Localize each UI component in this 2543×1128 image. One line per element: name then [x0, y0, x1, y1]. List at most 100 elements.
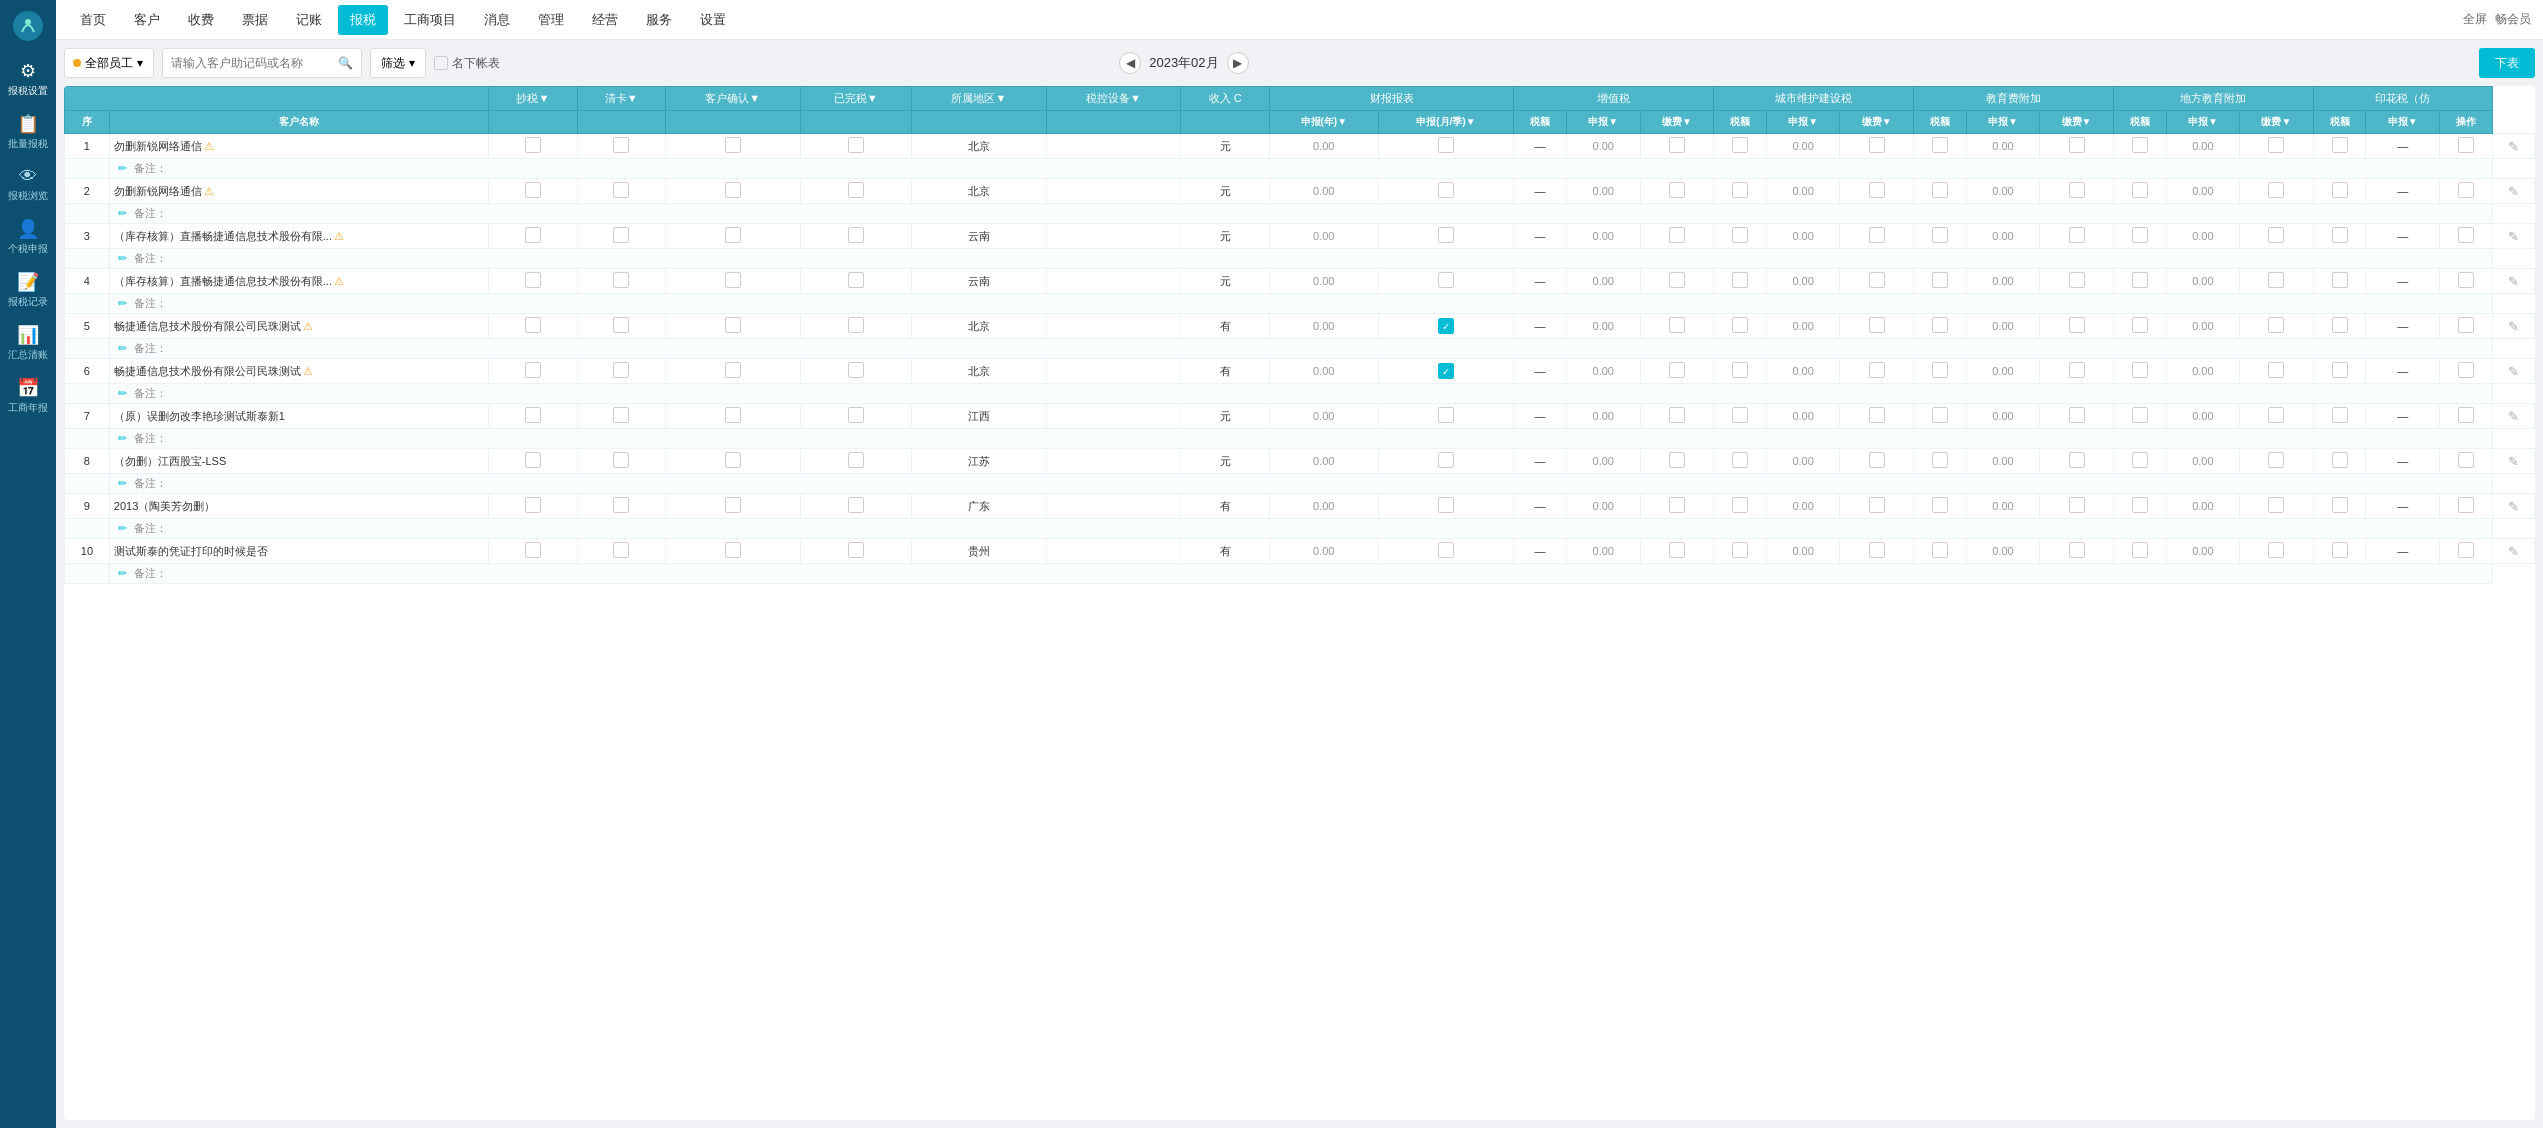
difang-jf-cell[interactable]: [2313, 494, 2366, 519]
jiaoyu-jf-cell[interactable]: [2113, 449, 2166, 474]
row-checkbox[interactable]: [2069, 362, 2085, 378]
row-checkbox[interactable]: [848, 317, 864, 333]
yinhua-sb-cell[interactable]: [2439, 179, 2492, 204]
difang-jf-cell[interactable]: [2313, 449, 2366, 474]
difang-jf-cell[interactable]: [2313, 134, 2366, 159]
row-checkbox[interactable]: [848, 272, 864, 288]
row-checkbox[interactable]: [2268, 137, 2284, 153]
row-checkbox[interactable]: [2458, 542, 2474, 558]
jiaoyu-sb-cell[interactable]: [2040, 179, 2114, 204]
jiaoyu-jf-cell[interactable]: [2113, 224, 2166, 249]
jiaoyu-sb-cell[interactable]: [2040, 134, 2114, 159]
chaoshui-cell[interactable]: [489, 179, 577, 204]
row-checkbox[interactable]: [725, 317, 741, 333]
pencil-icon[interactable]: ✏: [118, 342, 127, 354]
row-checkbox[interactable]: [1732, 272, 1748, 288]
chengshi-jf-cell[interactable]: [1913, 224, 1966, 249]
fullscreen-button[interactable]: 全屏: [2463, 11, 2487, 28]
row-checkbox[interactable]: [1669, 497, 1685, 513]
row-checkbox[interactable]: [2132, 317, 2148, 333]
jiaoyu-jf-cell[interactable]: [2113, 404, 2166, 429]
kehu-queren-cell[interactable]: [665, 404, 800, 429]
row-checkbox[interactable]: [848, 407, 864, 423]
zengjia-jf-cell[interactable]: [1714, 404, 1767, 429]
ops-cell[interactable]: ✎: [2492, 539, 2534, 564]
row-checkbox[interactable]: [613, 362, 629, 378]
chengshi-jf-cell[interactable]: [1913, 449, 1966, 474]
sidebar-item-geshui[interactable]: 👤 个税申报: [0, 210, 56, 263]
qingka-cell[interactable]: [577, 494, 665, 519]
row-checkbox[interactable]: [1869, 407, 1885, 423]
row-checkbox[interactable]: [1438, 452, 1454, 468]
difang-sb-cell[interactable]: [2240, 494, 2314, 519]
row-checkbox[interactable]: [725, 452, 741, 468]
difang-sb-cell[interactable]: [2240, 359, 2314, 384]
jiaoyu-sb-cell[interactable]: [2040, 539, 2114, 564]
row-checkbox[interactable]: [1932, 362, 1948, 378]
row-checkbox[interactable]: [1438, 182, 1454, 198]
row-checkbox[interactable]: [1869, 452, 1885, 468]
chengshi-sb-cell[interactable]: [1840, 449, 1914, 474]
ops-cell[interactable]: ✎: [2492, 314, 2534, 339]
pencil-icon[interactable]: ✏: [118, 387, 127, 399]
nav-piaoju[interactable]: 票据: [230, 5, 280, 35]
qingka-cell[interactable]: [577, 449, 665, 474]
chengshi-sb-cell[interactable]: [1840, 539, 1914, 564]
kehu-queren-cell[interactable]: [665, 179, 800, 204]
edit-icon[interactable]: ✎: [2508, 319, 2519, 334]
warning-icon[interactable]: ⚠: [303, 365, 313, 377]
row-checkbox[interactable]: [1669, 317, 1685, 333]
difang-sb-cell[interactable]: [2240, 539, 2314, 564]
row-checkbox[interactable]: [1732, 452, 1748, 468]
nav-shouye[interactable]: 首页: [68, 5, 118, 35]
qingka-cell[interactable]: [577, 179, 665, 204]
yi-wanshui-cell[interactable]: [800, 134, 912, 159]
qingka-cell[interactable]: [577, 539, 665, 564]
kehu-queren-cell[interactable]: [665, 224, 800, 249]
difang-jf-cell[interactable]: [2313, 224, 2366, 249]
row-checkbox[interactable]: [2069, 497, 2085, 513]
ops-cell[interactable]: ✎: [2492, 224, 2534, 249]
nav-xiaoxi[interactable]: 消息: [472, 5, 522, 35]
yi-wanshui-cell[interactable]: [800, 269, 912, 294]
row-checkbox[interactable]: [525, 497, 541, 513]
chaoshui-cell[interactable]: [489, 224, 577, 249]
warning-icon[interactable]: ⚠: [334, 230, 344, 242]
row-checkbox[interactable]: [2132, 272, 2148, 288]
zengjia-jf-cell[interactable]: [1714, 449, 1767, 474]
row-checkbox[interactable]: [1932, 227, 1948, 243]
jiaoyu-jf-cell[interactable]: [2113, 179, 2166, 204]
nav-gongshang[interactable]: 工商项目: [392, 5, 468, 35]
ops-cell[interactable]: ✎: [2492, 404, 2534, 429]
row-checkbox[interactable]: [1732, 362, 1748, 378]
zengjia-sb-cell[interactable]: [1640, 449, 1714, 474]
caibao-year-cell[interactable]: [1378, 494, 1514, 519]
jiaoyu-jf-cell[interactable]: [2113, 134, 2166, 159]
zengjia-sb-cell[interactable]: [1640, 134, 1714, 159]
row-checkbox[interactable]: [1438, 542, 1454, 558]
yi-wanshui-cell[interactable]: [800, 494, 912, 519]
chengshi-jf-cell[interactable]: [1913, 494, 1966, 519]
sidebar-item-baoshui-shezhi[interactable]: ⚙ 报税设置: [0, 52, 56, 105]
row-checkbox[interactable]: [848, 227, 864, 243]
row-checkbox[interactable]: [2332, 362, 2348, 378]
row-checkbox[interactable]: [725, 137, 741, 153]
difang-sb-cell[interactable]: [2240, 404, 2314, 429]
next-month-button[interactable]: ▶: [1227, 52, 1249, 74]
row-checkbox[interactable]: [1732, 497, 1748, 513]
row-checkbox[interactable]: [1869, 497, 1885, 513]
row-checkbox[interactable]: [613, 137, 629, 153]
nav-kehu[interactable]: 客户: [122, 5, 172, 35]
nav-shoufei[interactable]: 收费: [176, 5, 226, 35]
edit-icon[interactable]: ✎: [2508, 409, 2519, 424]
row-checkbox[interactable]: [525, 227, 541, 243]
row-checkbox[interactable]: [1932, 137, 1948, 153]
edit-icon[interactable]: ✎: [2508, 454, 2519, 469]
row-checkbox[interactable]: [1669, 272, 1685, 288]
yi-wanshui-cell[interactable]: [800, 404, 912, 429]
row-checkbox[interactable]: [2458, 227, 2474, 243]
difang-sb-cell[interactable]: [2240, 314, 2314, 339]
kehu-queren-cell[interactable]: [665, 359, 800, 384]
chengshi-sb-cell[interactable]: [1840, 134, 1914, 159]
row-checkbox[interactable]: [1732, 227, 1748, 243]
